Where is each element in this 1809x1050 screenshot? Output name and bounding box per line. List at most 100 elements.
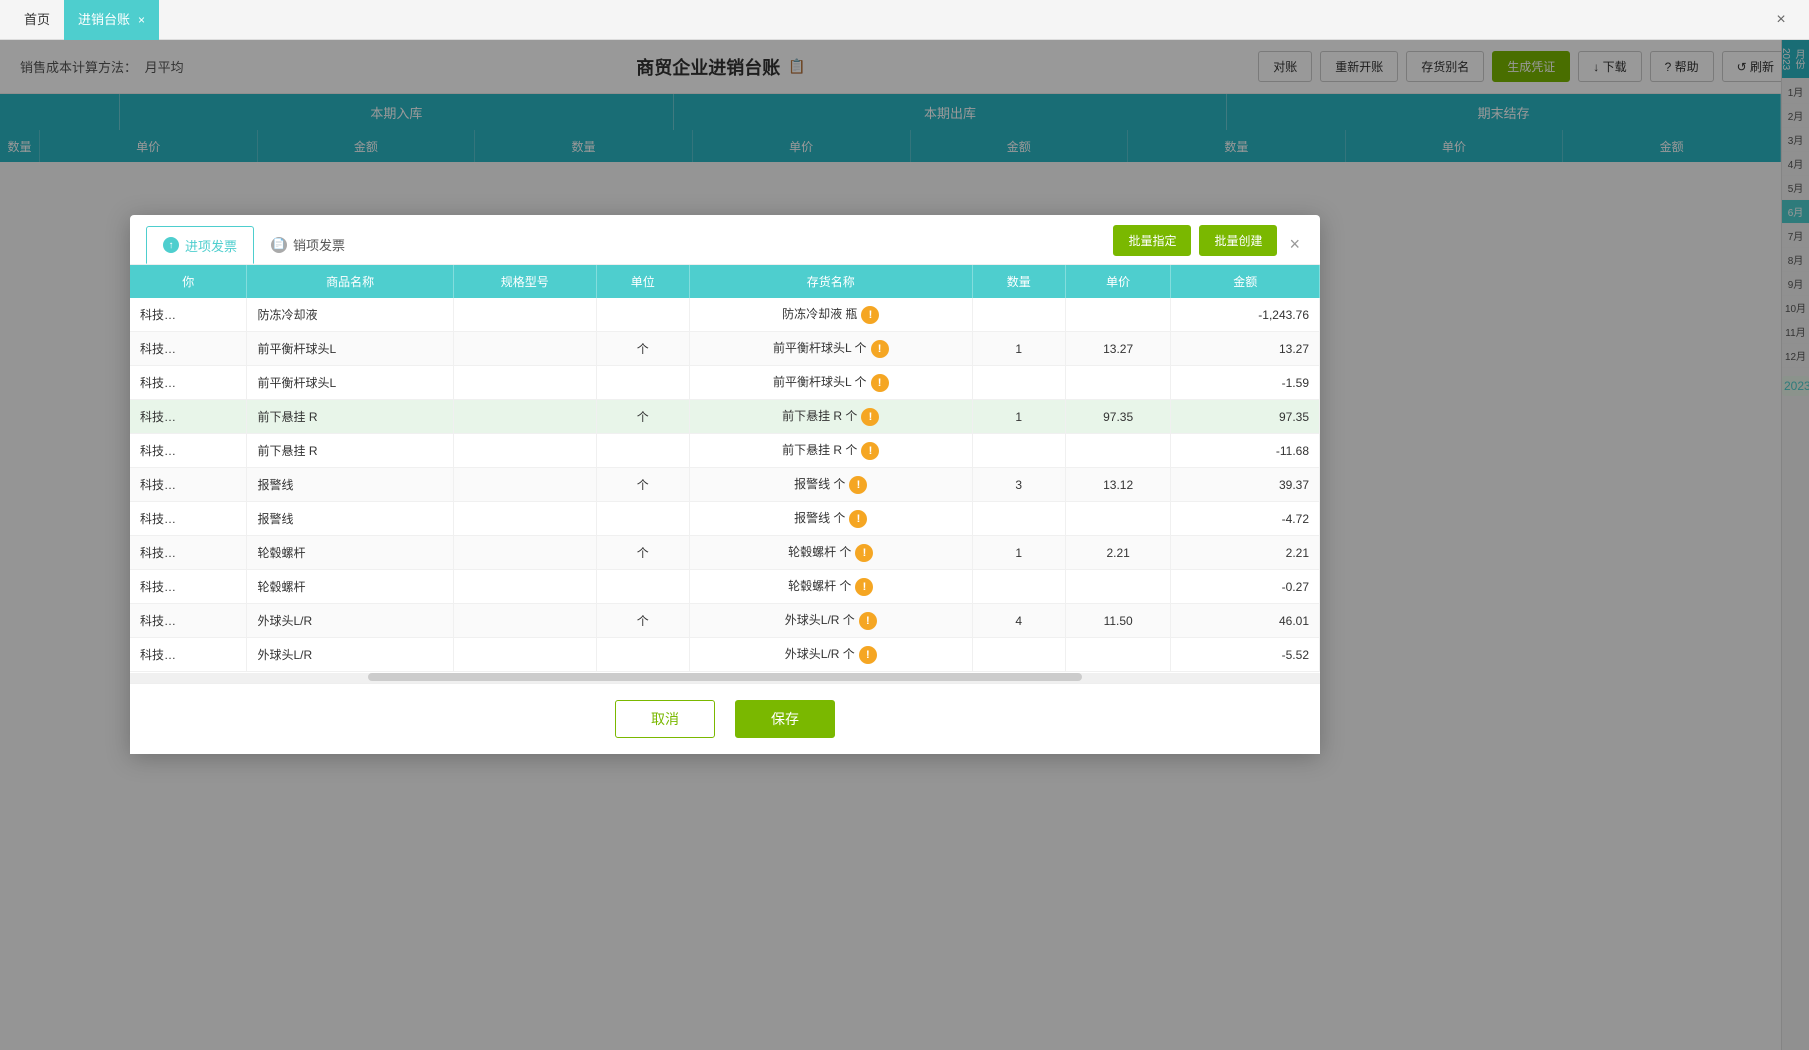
table-cell: 前平衡杆球头L	[247, 332, 453, 366]
warning-icon[interactable]: !	[861, 442, 879, 460]
th-unit: 单位	[596, 265, 689, 298]
table-row: 科技…前平衡杆球头L前平衡杆球头L 个!-1.59	[130, 366, 1320, 400]
batch-assign-button[interactable]: 批量指定	[1113, 225, 1191, 256]
table-cell: 11.50	[1065, 604, 1171, 638]
table-cell	[596, 366, 689, 400]
th-supplier: 你	[130, 265, 247, 298]
table-cell	[972, 502, 1065, 536]
table-cell: -11.68	[1171, 434, 1320, 468]
tab-input-invoice[interactable]: ↑ 进项发票	[146, 226, 254, 264]
warning-icon[interactable]: !	[861, 408, 879, 426]
output-tab-icon: 📄	[271, 237, 287, 253]
input-tab-icon: ↑	[163, 237, 179, 253]
tab-close-icon[interactable]: ×	[138, 0, 145, 40]
warning-icon[interactable]: !	[859, 612, 877, 630]
table-row: 科技…报警线报警线 个!-4.72	[130, 502, 1320, 536]
table-cell: 个	[596, 400, 689, 434]
table-cell: 科技…	[130, 434, 247, 468]
table-cell: 前下悬挂 R 个!	[689, 400, 972, 434]
th-amount: 金额	[1171, 265, 1320, 298]
dialog-header-right: 批量指定 批量创建 ×	[1113, 225, 1304, 264]
table-cell	[972, 570, 1065, 604]
top-bar: 首页 进销台账 × ×	[0, 0, 1809, 40]
invoice-table: 你 商品名称 规格型号 单位 存货名称 数量 单价 金额 科技…防冻冷却液防冻冷…	[130, 265, 1320, 672]
table-cell	[1065, 434, 1171, 468]
table-cell	[1065, 366, 1171, 400]
table-cell: 外球头L/R	[247, 638, 453, 672]
warning-icon[interactable]: !	[871, 374, 889, 392]
cancel-button[interactable]: 取消	[615, 700, 715, 738]
table-cell	[596, 502, 689, 536]
warning-icon[interactable]: !	[871, 340, 889, 358]
table-cell	[453, 604, 596, 638]
table-cell	[453, 502, 596, 536]
table-cell: 科技…	[130, 298, 247, 332]
table-cell: -5.52	[1171, 638, 1320, 672]
save-button[interactable]: 保存	[735, 700, 835, 738]
th-inventory-name: 存货名称	[689, 265, 972, 298]
table-head: 你 商品名称 规格型号 单位 存货名称 数量 单价 金额	[130, 265, 1320, 298]
table-cell	[1065, 638, 1171, 672]
table-cell: 前平衡杆球头L	[247, 366, 453, 400]
batch-create-button[interactable]: 批量创建	[1199, 225, 1277, 256]
table-cell	[596, 638, 689, 672]
warning-icon[interactable]: !	[861, 306, 879, 324]
table-cell: 97.35	[1171, 400, 1320, 434]
dialog-tabs: ↑ 进项发票 📄 销项发票	[146, 226, 362, 263]
table-row: 科技…防冻冷却液防冻冷却液 瓶!-1,243.76	[130, 298, 1320, 332]
tab-output-invoice[interactable]: 📄 销项发票	[254, 226, 362, 263]
dialog-table-wrap: 你 商品名称 规格型号 单位 存货名称 数量 单价 金额 科技…防冻冷却液防冻冷…	[130, 265, 1320, 672]
invoice-dialog: ↑ 进项发票 📄 销项发票 批量指定 批量创建 ×	[130, 215, 1320, 754]
table-cell	[596, 298, 689, 332]
table-cell: 46.01	[1171, 604, 1320, 638]
table-cell: -1,243.76	[1171, 298, 1320, 332]
tab-output-label: 销项发票	[293, 235, 345, 254]
table-cell	[453, 434, 596, 468]
table-cell: 97.35	[1065, 400, 1171, 434]
dialog-close-button[interactable]: ×	[1285, 234, 1304, 255]
table-cell: 科技…	[130, 502, 247, 536]
table-cell: -0.27	[1171, 570, 1320, 604]
table-cell: 科技…	[130, 332, 247, 366]
active-tab[interactable]: 进销台账 ×	[64, 0, 159, 40]
home-tab[interactable]: 首页	[10, 0, 64, 40]
table-cell: 报警线 个!	[689, 502, 972, 536]
table-cell: 1	[972, 332, 1065, 366]
table-cell: 轮毂螺杆 个!	[689, 536, 972, 570]
table-cell: 外球头L/R	[247, 604, 453, 638]
th-spec: 规格型号	[453, 265, 596, 298]
horizontal-scrollbar[interactable]	[130, 673, 1320, 683]
warning-icon[interactable]: !	[855, 544, 873, 562]
warning-icon[interactable]: !	[855, 578, 873, 596]
warning-icon[interactable]: !	[859, 646, 877, 664]
th-qty: 数量	[972, 265, 1065, 298]
window-close-button[interactable]: ×	[1763, 2, 1799, 38]
tab-input-label: 进项发票	[185, 236, 237, 255]
table-cell	[453, 468, 596, 502]
table-cell: 个	[596, 536, 689, 570]
dialog-header-buttons: 批量指定 批量创建	[1113, 225, 1277, 264]
dialog-header: ↑ 进项发票 📄 销项发票 批量指定 批量创建 ×	[130, 215, 1320, 265]
table-cell: 前下悬挂 R	[247, 434, 453, 468]
main-area: 销售成本计算方法： 月平均 商贸企业进销台账 📋 对账 重新开账 存货别名 生成…	[0, 40, 1809, 1050]
table-cell: 前下悬挂 R	[247, 400, 453, 434]
table-cell	[972, 298, 1065, 332]
table-cell: 报警线 个!	[689, 468, 972, 502]
table-cell	[453, 570, 596, 604]
table-cell	[596, 434, 689, 468]
table-row: 科技…外球头L/R外球头L/R 个!-5.52	[130, 638, 1320, 672]
table-cell: 科技…	[130, 638, 247, 672]
warning-icon[interactable]: !	[849, 510, 867, 528]
table-cell: 前平衡杆球头L 个!	[689, 332, 972, 366]
warning-icon[interactable]: !	[849, 476, 867, 494]
table-cell: 个	[596, 468, 689, 502]
table-cell: 4	[972, 604, 1065, 638]
table-cell	[1065, 502, 1171, 536]
table-row: 科技…轮毂螺杆个轮毂螺杆 个!12.212.21	[130, 536, 1320, 570]
scrollbar-thumb[interactable]	[368, 673, 1082, 681]
th-product-name: 商品名称	[247, 265, 453, 298]
table-cell: -4.72	[1171, 502, 1320, 536]
table-cell: 1	[972, 536, 1065, 570]
table-cell	[453, 400, 596, 434]
table-cell: 2.21	[1065, 536, 1171, 570]
